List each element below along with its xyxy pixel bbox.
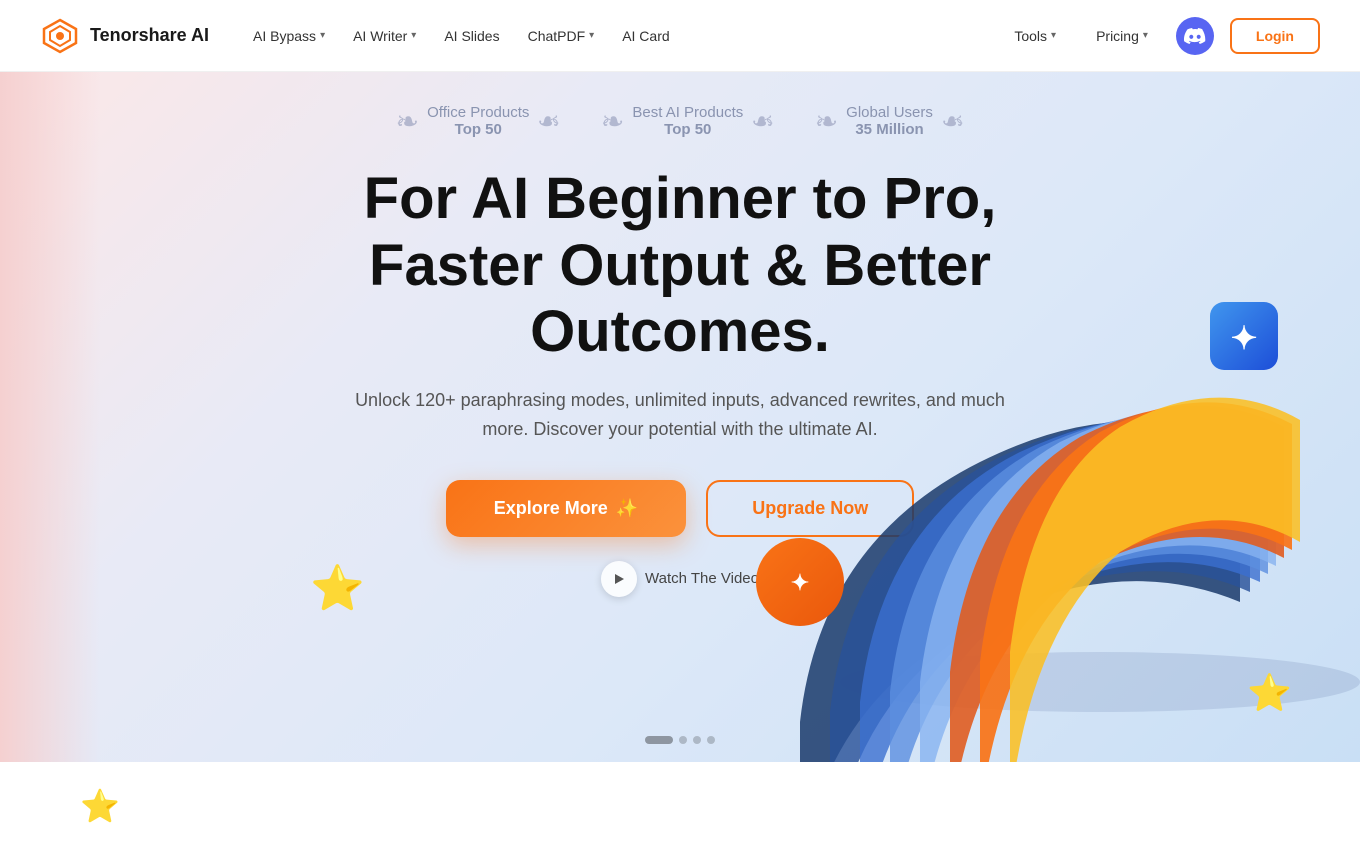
brand-name: Tenorshare AI	[90, 25, 209, 46]
discord-icon	[1184, 28, 1206, 44]
navbar-left: Tenorshare AI AI Bypass ▾ AI Writer ▾ AI…	[40, 16, 682, 56]
nav-item-ai-card[interactable]: AI Card	[610, 20, 681, 52]
navbar: Tenorshare AI AI Bypass ▾ AI Writer ▾ AI…	[0, 0, 1360, 72]
svg-text:✦: ✦	[1231, 320, 1258, 356]
nav-links: AI Bypass ▾ AI Writer ▾ AI Slides ChatPD…	[241, 20, 682, 52]
carousel-dot-3[interactable]	[693, 736, 701, 744]
chevron-down-icon: ▾	[1051, 30, 1056, 41]
carousel-dot-4[interactable]	[707, 736, 715, 744]
badges-row: ❧ Office Products Top 50 ❧ ❧ Best AI Pro…	[396, 104, 965, 138]
logo-area[interactable]: Tenorshare AI	[40, 16, 209, 56]
nav-item-tools[interactable]: Tools ▾	[1002, 20, 1068, 52]
carousel-dots	[645, 736, 715, 744]
logo-icon	[40, 16, 80, 56]
nav-item-pricing[interactable]: Pricing ▾	[1084, 20, 1160, 52]
nav-item-chatpdf[interactable]: ChatPDF ▾	[516, 20, 607, 52]
chevron-down-icon: ▾	[589, 30, 594, 41]
below-hero-section: ⭐	[0, 762, 1360, 849]
laurel-right-icon: ❧	[751, 105, 774, 138]
chevron-down-icon: ▾	[411, 30, 416, 41]
badge-office-products: ❧ Office Products Top 50 ❧	[396, 104, 561, 138]
laurel-right-icon: ❧	[537, 105, 560, 138]
nav-item-ai-bypass[interactable]: AI Bypass ▾	[241, 20, 337, 52]
chevron-down-icon: ▾	[320, 30, 325, 41]
star-decoration-2: ⭐	[1247, 672, 1292, 714]
laurel-left-icon: ❧	[396, 105, 419, 138]
laurel-right-icon: ❧	[941, 105, 964, 138]
nav-item-ai-slides[interactable]: AI Slides	[432, 20, 511, 52]
carousel-dot-2[interactable]	[679, 736, 687, 744]
hero-visual: ✦ ✦	[600, 262, 1360, 762]
nav-item-ai-writer[interactable]: AI Writer ▾	[341, 20, 428, 52]
navbar-right: Tools ▾ Pricing ▾ Login	[1002, 17, 1320, 55]
laurel-left-icon: ❧	[815, 105, 838, 138]
laurel-left-icon: ❧	[601, 105, 624, 138]
login-button[interactable]: Login	[1230, 18, 1320, 54]
hero-section: ❧ Office Products Top 50 ❧ ❧ Best AI Pro…	[0, 72, 1360, 762]
carousel-dot-1[interactable]	[645, 736, 673, 744]
badge-best-ai-products: ❧ Best AI Products Top 50 ❧	[601, 104, 775, 138]
star-decoration: ⭐	[310, 562, 365, 614]
badge-global-users: ❧ Global Users 35 Million ❧	[815, 104, 965, 138]
discord-button[interactable]	[1176, 17, 1214, 55]
chevron-down-icon: ▾	[1143, 30, 1148, 41]
svg-text:✦: ✦	[791, 570, 809, 595]
star-icon-below: ⭐	[80, 787, 120, 825]
